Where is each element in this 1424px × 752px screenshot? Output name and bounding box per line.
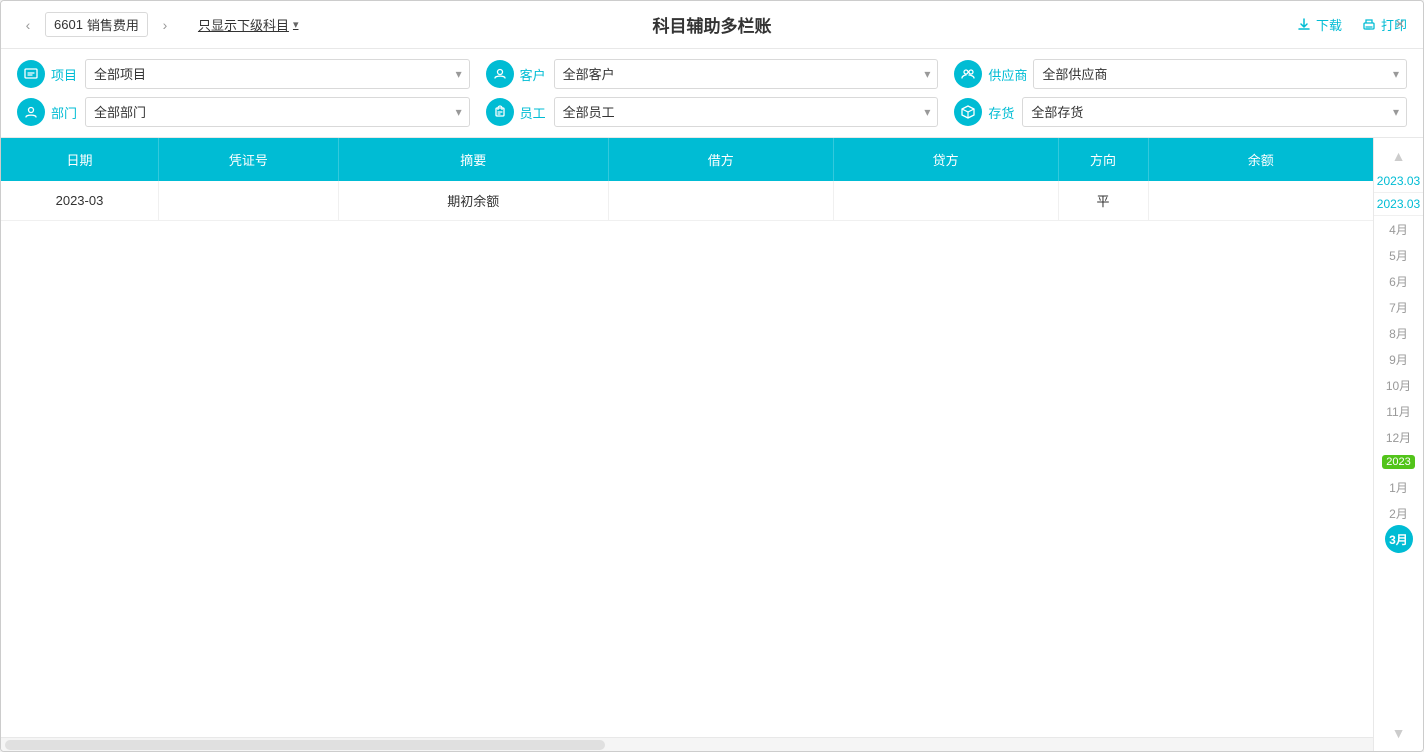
show-sub-label: 只显示下级科目	[198, 15, 289, 34]
filter-item-customer: 客户 全部客户	[486, 59, 939, 89]
scrollbar-track	[5, 740, 605, 750]
col-header-voucher: 凭证号	[158, 138, 338, 181]
cell-credit	[833, 181, 1058, 221]
horizontal-scrollbar[interactable]	[1, 737, 1373, 751]
close-button[interactable]: ×	[1389, 14, 1411, 36]
table-header-row: 日期 凭证号 摘要 借方 贷方 方向 余额	[1, 138, 1373, 181]
supplier-select[interactable]: 全部供应商	[1033, 59, 1407, 89]
print-icon	[1362, 18, 1376, 32]
supplier-select-wrapper: 全部供应商	[1033, 59, 1407, 89]
account-code: 6601 销售费用	[45, 12, 148, 37]
project-select-wrapper: 全部项目	[85, 59, 470, 89]
col-header-summary: 摘要	[338, 138, 608, 181]
sidebar-period-header[interactable]: 2023.03	[1374, 170, 1423, 193]
sidebar-month-3-active[interactable]: 3月	[1374, 526, 1423, 552]
sidebar-up-button[interactable]: ▲	[1385, 142, 1413, 170]
filter-item-department: 部门 全部部门	[17, 97, 470, 127]
cell-balance	[1148, 181, 1373, 221]
col-header-credit: 贷方	[833, 138, 1058, 181]
inventory-icon	[954, 98, 982, 126]
project-label: 项目	[51, 65, 79, 84]
filter-item-employee: 员工 全部员工	[486, 97, 939, 127]
employee-select-wrapper: 全部员工	[554, 97, 939, 127]
data-table: 日期 凭证号 摘要 借方 贷方 方向 余额 2023-03	[1, 138, 1373, 221]
sidebar-month-6[interactable]: 6月	[1374, 268, 1423, 294]
project-select[interactable]: 全部项目	[85, 59, 470, 89]
inventory-select-wrapper: 全部存货	[1022, 97, 1407, 127]
sidebar-month-8[interactable]: 8月	[1374, 320, 1423, 346]
show-sub-toggle[interactable]: 只显示下级科目 ▾	[198, 15, 299, 34]
filter-item-supplier: 供应商 全部供应商	[954, 59, 1407, 89]
nav-prev-button[interactable]: ‹	[17, 14, 39, 36]
download-icon	[1297, 18, 1311, 32]
active-month-indicator: 3月	[1385, 525, 1413, 553]
employee-label: 员工	[520, 103, 548, 122]
employee-select[interactable]: 全部员工	[554, 97, 939, 127]
table-row[interactable]: 2023-03 期初余额 平	[1, 181, 1373, 221]
sidebar-period-sub-label: 2023.03	[1377, 197, 1420, 211]
nav-next-button[interactable]: ›	[154, 14, 176, 36]
year-badge-row: 2023	[1374, 450, 1423, 474]
filter-item-inventory: 存货 全部存货	[954, 97, 1407, 127]
nav-area: ‹ 6601 销售费用 › 只显示下级科目 ▾	[17, 12, 298, 37]
filter-row-2: 部门 全部部门 员工	[17, 97, 1407, 127]
table-area: 日期 凭证号 摘要 借方 贷方 方向 余额 2023-03	[1, 138, 1373, 751]
account-name-text: 销售费用	[87, 15, 139, 34]
sidebar-month-9[interactable]: 9月	[1374, 346, 1423, 372]
sidebar-period-label: 2023.03	[1377, 174, 1420, 188]
sidebar-month-5[interactable]: 5月	[1374, 242, 1423, 268]
table-scroll[interactable]: 日期 凭证号 摘要 借方 贷方 方向 余额 2023-03	[1, 138, 1373, 737]
customer-select-wrapper: 全部客户	[554, 59, 939, 89]
sidebar-period-sub[interactable]: 2023.03	[1374, 193, 1423, 216]
sidebar-month-7[interactable]: 7月	[1374, 294, 1423, 320]
cell-debit	[608, 181, 833, 221]
sidebar-month-12[interactable]: 12月	[1374, 424, 1423, 450]
cell-date: 2023-03	[1, 181, 158, 221]
sidebar-month-11[interactable]: 11月	[1374, 398, 1423, 424]
cell-voucher	[158, 181, 338, 221]
inventory-label: 存货	[988, 103, 1016, 122]
year-badge: 2023	[1382, 455, 1414, 469]
col-header-debit: 借方	[608, 138, 833, 181]
filter-item-project: 项目 全部项目	[17, 59, 470, 89]
col-header-date: 日期	[1, 138, 158, 181]
inventory-select[interactable]: 全部存货	[1022, 97, 1407, 127]
col-header-direction: 方向	[1058, 138, 1148, 181]
cell-summary: 期初余额	[338, 181, 608, 221]
col-header-balance: 余额	[1148, 138, 1373, 181]
sidebar-month-1[interactable]: 1月	[1374, 474, 1423, 500]
filter-area: 项目 全部项目 客户 全部客户	[1, 49, 1423, 138]
download-button[interactable]: 下载	[1297, 15, 1342, 34]
download-label: 下载	[1316, 15, 1342, 34]
title-bar: ‹ 6601 销售费用 › 只显示下级科目 ▾ 科目辅助多栏账 下载	[1, 1, 1423, 49]
right-sidebar: ▲ 2023.03 2023.03 4月 5月 6月 7月 8月 9月 10月 …	[1373, 138, 1423, 751]
department-label: 部门	[51, 103, 79, 122]
employee-icon	[486, 98, 514, 126]
filter-row-1: 项目 全部项目 客户 全部客户	[17, 59, 1407, 89]
customer-select[interactable]: 全部客户	[554, 59, 939, 89]
customer-icon	[486, 60, 514, 88]
page-title: 科目辅助多栏账	[653, 12, 772, 37]
account-code-text: 6601	[54, 17, 83, 32]
supplier-label: 供应商	[988, 65, 1027, 84]
department-icon	[17, 98, 45, 126]
main-window: ‹ 6601 销售费用 › 只显示下级科目 ▾ 科目辅助多栏账 下载	[0, 0, 1424, 752]
project-icon	[17, 60, 45, 88]
supplier-icon	[954, 60, 982, 88]
sidebar-month-10[interactable]: 10月	[1374, 372, 1423, 398]
sidebar-down-button[interactable]: ▼	[1385, 719, 1413, 747]
customer-label: 客户	[520, 65, 548, 84]
main-content: 日期 凭证号 摘要 借方 贷方 方向 余额 2023-03	[1, 138, 1423, 751]
department-select[interactable]: 全部部门	[85, 97, 470, 127]
cell-direction: 平	[1058, 181, 1148, 221]
sidebar-month-2[interactable]: 2月	[1374, 500, 1423, 526]
department-select-wrapper: 全部部门	[85, 97, 470, 127]
sidebar-month-4[interactable]: 4月	[1374, 216, 1423, 242]
chevron-down-icon: ▾	[293, 18, 299, 31]
